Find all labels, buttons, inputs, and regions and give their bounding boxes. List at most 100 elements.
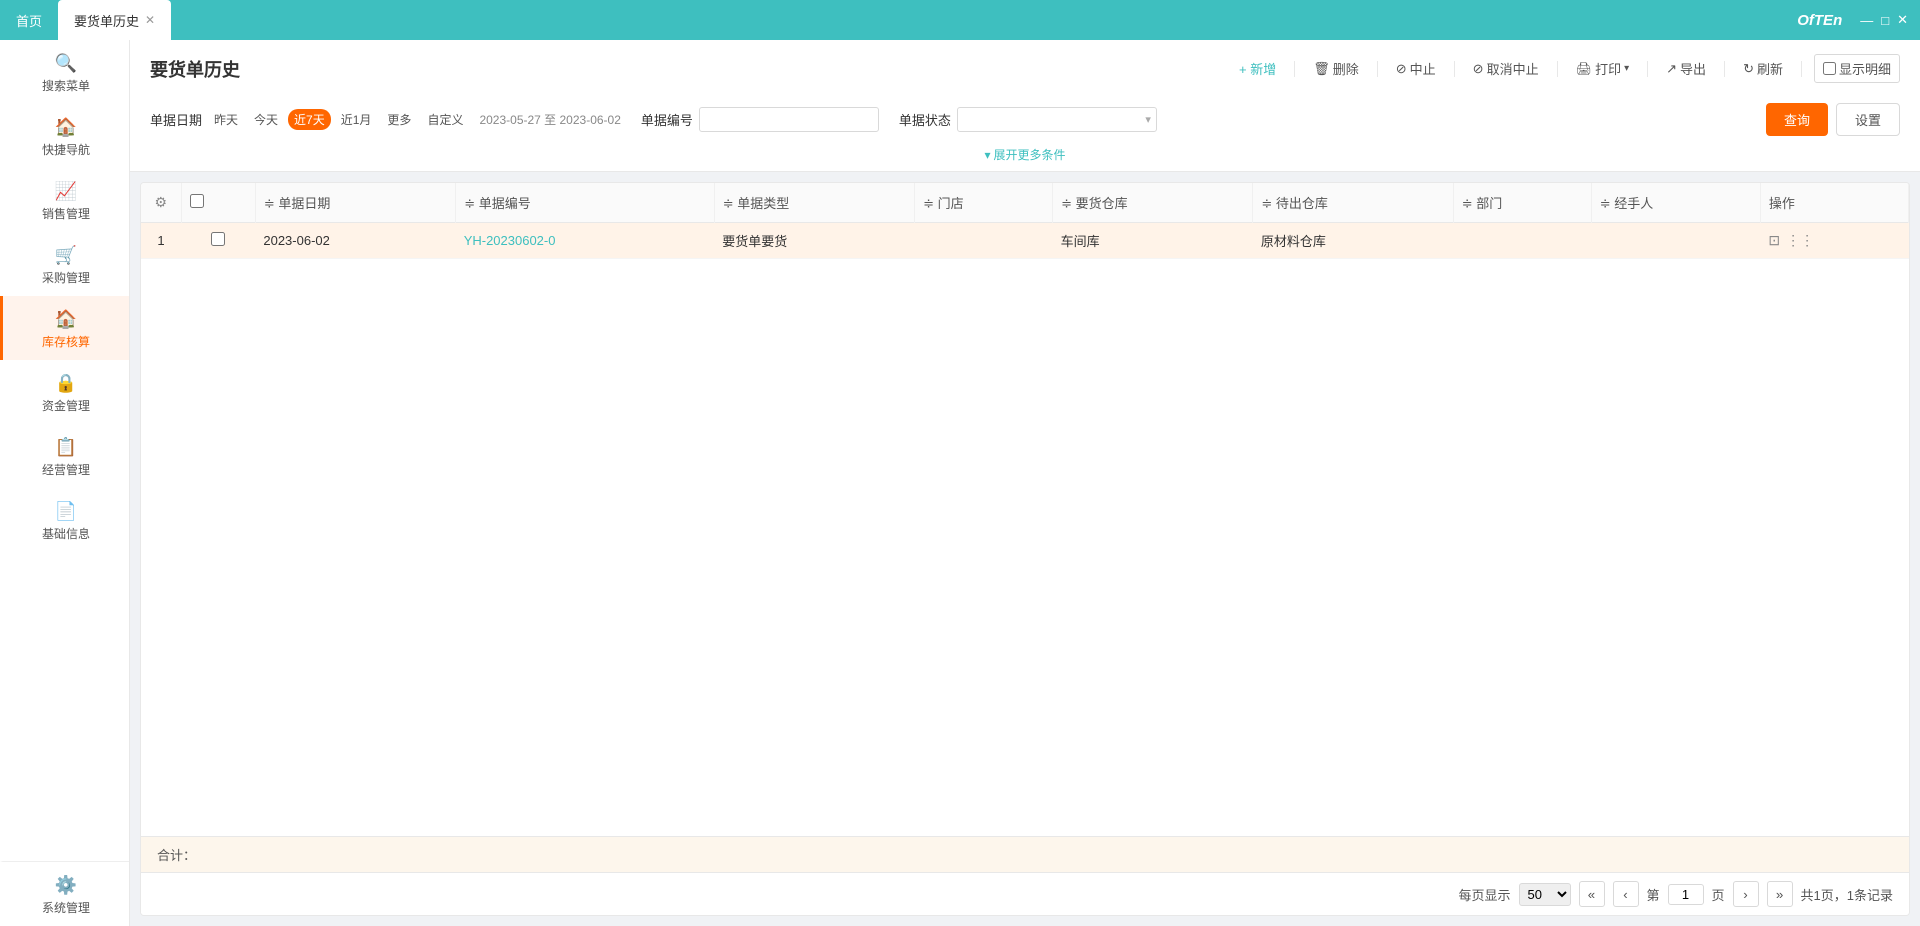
sidebar-item-inventory-label: 库存核算 (42, 333, 90, 350)
sidebar-item-inventory[interactable]: 🏠 库存核算 (0, 296, 129, 360)
col-dept-label: ≑ 部门 (1462, 196, 1503, 211)
table-row: 1 2023-06-02 YH-20230602-0 要货单要货 车间库 (141, 223, 1909, 259)
prev-page-btn[interactable]: ‹ (1613, 881, 1639, 907)
sidebar-item-search-menu-label: 搜索菜单 (42, 77, 90, 94)
cancel-stop-button[interactable]: ⊘ 取消中止 (1467, 55, 1545, 82)
date-btn-today[interactable]: 今天 (248, 109, 284, 130)
divider-4 (1557, 61, 1558, 77)
tab-requisition-history[interactable]: 要货单历史 ✕ (58, 0, 171, 40)
row-reqwarehouse: 车间库 (1053, 223, 1253, 259)
date-btn-yesterday[interactable]: 昨天 (208, 109, 244, 130)
tab-requisition-history-label: 要货单历史 (74, 11, 139, 30)
tab-home[interactable]: 首页 (0, 0, 58, 40)
row-checkbox[interactable] (211, 232, 225, 246)
row-docno-link[interactable]: YH-20230602-0 (464, 233, 556, 248)
brand-label: OfTEn (1797, 12, 1842, 29)
col-reqwarehouse[interactable]: ≑ 要货仓库 (1053, 183, 1253, 223)
tab-list: 首页 要货单历史 ✕ (0, 0, 1797, 40)
top-bar: 首页 要货单历史 ✕ OfTEn — □ ✕ (0, 0, 1920, 40)
purchase-mgmt-icon: 🛒 (55, 246, 77, 264)
pagination-bar: 每页显示 10 20 50 100 « ‹ 第 页 › » 共1页，1条记录 (141, 872, 1909, 915)
sidebar-item-finance-mgmt[interactable]: 🔒 资金管理 (0, 360, 129, 424)
sales-mgmt-icon: 📈 (55, 182, 77, 200)
next-page-btn[interactable]: › (1733, 881, 1759, 907)
row-pendingwarehouse: 原材料仓库 (1253, 223, 1453, 259)
col-docno[interactable]: ≑ 单据编号 (456, 183, 715, 223)
docno-filter-label: 单据编号 (641, 110, 693, 129)
export-icon: ↗ (1666, 61, 1677, 77)
delete-label: 删除 (1333, 59, 1359, 78)
quick-nav-icon: 🏠 (55, 118, 77, 136)
refresh-button[interactable]: ↻ 刷新 (1737, 55, 1789, 82)
row-more-icon[interactable]: ⋮⋮ (1786, 232, 1814, 249)
export-button[interactable]: ↗ 导出 (1660, 55, 1712, 82)
delete-button[interactable]: 🗑 删除 (1307, 55, 1365, 82)
settings-button[interactable]: 设置 (1836, 103, 1900, 136)
col-actions: 操作 (1760, 183, 1908, 223)
sidebar-item-quick-nav[interactable]: 🏠 快捷导航 (0, 104, 129, 168)
sidebar-item-system-mgmt[interactable]: ⚙️ 系统管理 (0, 861, 129, 926)
page-input-prefix: 第 (1647, 885, 1660, 904)
print-label: 打印 (1595, 59, 1621, 78)
col-checkbox (181, 183, 255, 223)
new-button[interactable]: + 新增 (1233, 55, 1282, 82)
display-detail-button[interactable]: 显示明细 (1814, 54, 1900, 83)
minimize-btn[interactable]: — (1860, 13, 1873, 28)
filter-date-group: 单据日期 昨天 今天 近7天 近1月 更多 自定义 2023-05-27 至 2… (150, 109, 621, 130)
expand-more-row: ▾ 展开更多条件 (150, 142, 1900, 171)
sidebar: 🔍 搜索菜单 🏠 快捷导航 📈 销售管理 🛒 采购管理 🏠 库存核算 🔒 资金管… (0, 40, 130, 926)
page-input-suffix: 页 (1712, 885, 1725, 904)
sidebar-item-sales-mgmt[interactable]: 📈 销售管理 (0, 168, 129, 232)
refresh-icon: ↻ (1743, 61, 1754, 77)
row-action-btns: ⊡ ⋮⋮ (1768, 232, 1900, 249)
row-edit-icon[interactable]: ⊡ (1768, 232, 1780, 249)
docno-filter-input[interactable] (699, 107, 879, 132)
last-page-btn[interactable]: » (1767, 881, 1793, 907)
print-icon: 🖨 (1576, 61, 1593, 77)
expand-more-button[interactable]: ▾ 展开更多条件 (984, 146, 1065, 163)
sidebar-item-purchase-mgmt[interactable]: 🛒 采购管理 (0, 232, 129, 296)
divider-7 (1801, 61, 1802, 77)
status-filter-select[interactable] (957, 107, 1157, 132)
first-page-btn[interactable]: « (1579, 881, 1605, 907)
col-store[interactable]: ≑ 门店 (915, 183, 1053, 223)
data-table: ⚙ ≑ 单据日期 ≑ 单据编号 (141, 183, 1909, 259)
col-date[interactable]: ≑ 单据日期 (255, 183, 455, 223)
display-detail-checkbox[interactable] (1823, 62, 1836, 75)
row-no: 1 (141, 223, 181, 259)
tab-close-icon[interactable]: ✕ (145, 13, 155, 27)
stop-button[interactable]: ⊘ 中止 (1390, 55, 1442, 82)
table-settings-icon[interactable]: ⚙ (154, 194, 167, 210)
col-dept[interactable]: ≑ 部门 (1453, 183, 1591, 223)
sidebar-item-quick-nav-label: 快捷导航 (42, 141, 90, 158)
col-handler[interactable]: ≑ 经手人 (1591, 183, 1760, 223)
select-all-checkbox[interactable] (190, 194, 204, 208)
filter-status-group: 单据状态 ▾ (899, 107, 1157, 132)
per-page-select[interactable]: 10 20 50 100 (1519, 883, 1571, 906)
page-number-input[interactable] (1668, 884, 1704, 905)
sidebar-item-sales-mgmt-label: 销售管理 (42, 205, 90, 222)
col-handler-label: ≑ 经手人 (1600, 196, 1654, 211)
divider-3 (1454, 61, 1455, 77)
cancel-stop-label: 取消中止 (1487, 59, 1539, 78)
date-btn-1month[interactable]: 近1月 (335, 109, 378, 130)
page-header: 要货单历史 + 新增 🗑 删除 ⊘ 中止 ⊘ (130, 40, 1920, 172)
sidebar-item-basic-info[interactable]: 📄 基础信息 (0, 488, 129, 552)
divider-2 (1377, 61, 1378, 77)
filter-docno-group: 单据编号 (641, 107, 879, 132)
date-btn-7days[interactable]: 近7天 (288, 109, 331, 130)
sidebar-item-operations-mgmt[interactable]: 📋 经营管理 (0, 424, 129, 488)
row-actions-cell: ⊡ ⋮⋮ (1760, 223, 1908, 259)
print-button[interactable]: 🖨 打印 ▾ (1570, 55, 1636, 82)
search-button[interactable]: 查询 (1766, 103, 1828, 136)
date-btn-more[interactable]: 更多 (381, 109, 417, 130)
expand-icon: ▾ (984, 148, 990, 162)
close-btn[interactable]: ✕ (1897, 12, 1908, 28)
row-handler (1591, 223, 1760, 259)
maximize-btn[interactable]: □ (1881, 13, 1889, 28)
date-btn-custom[interactable]: 自定义 (421, 109, 469, 130)
filter-row: 单据日期 昨天 今天 近7天 近1月 更多 自定义 2023-05-27 至 2… (150, 93, 1900, 142)
col-doctype[interactable]: ≑ 单据类型 (714, 183, 914, 223)
sidebar-item-search-menu[interactable]: 🔍 搜索菜单 (0, 40, 129, 104)
col-pendingwarehouse[interactable]: ≑ 待出仓库 (1253, 183, 1453, 223)
